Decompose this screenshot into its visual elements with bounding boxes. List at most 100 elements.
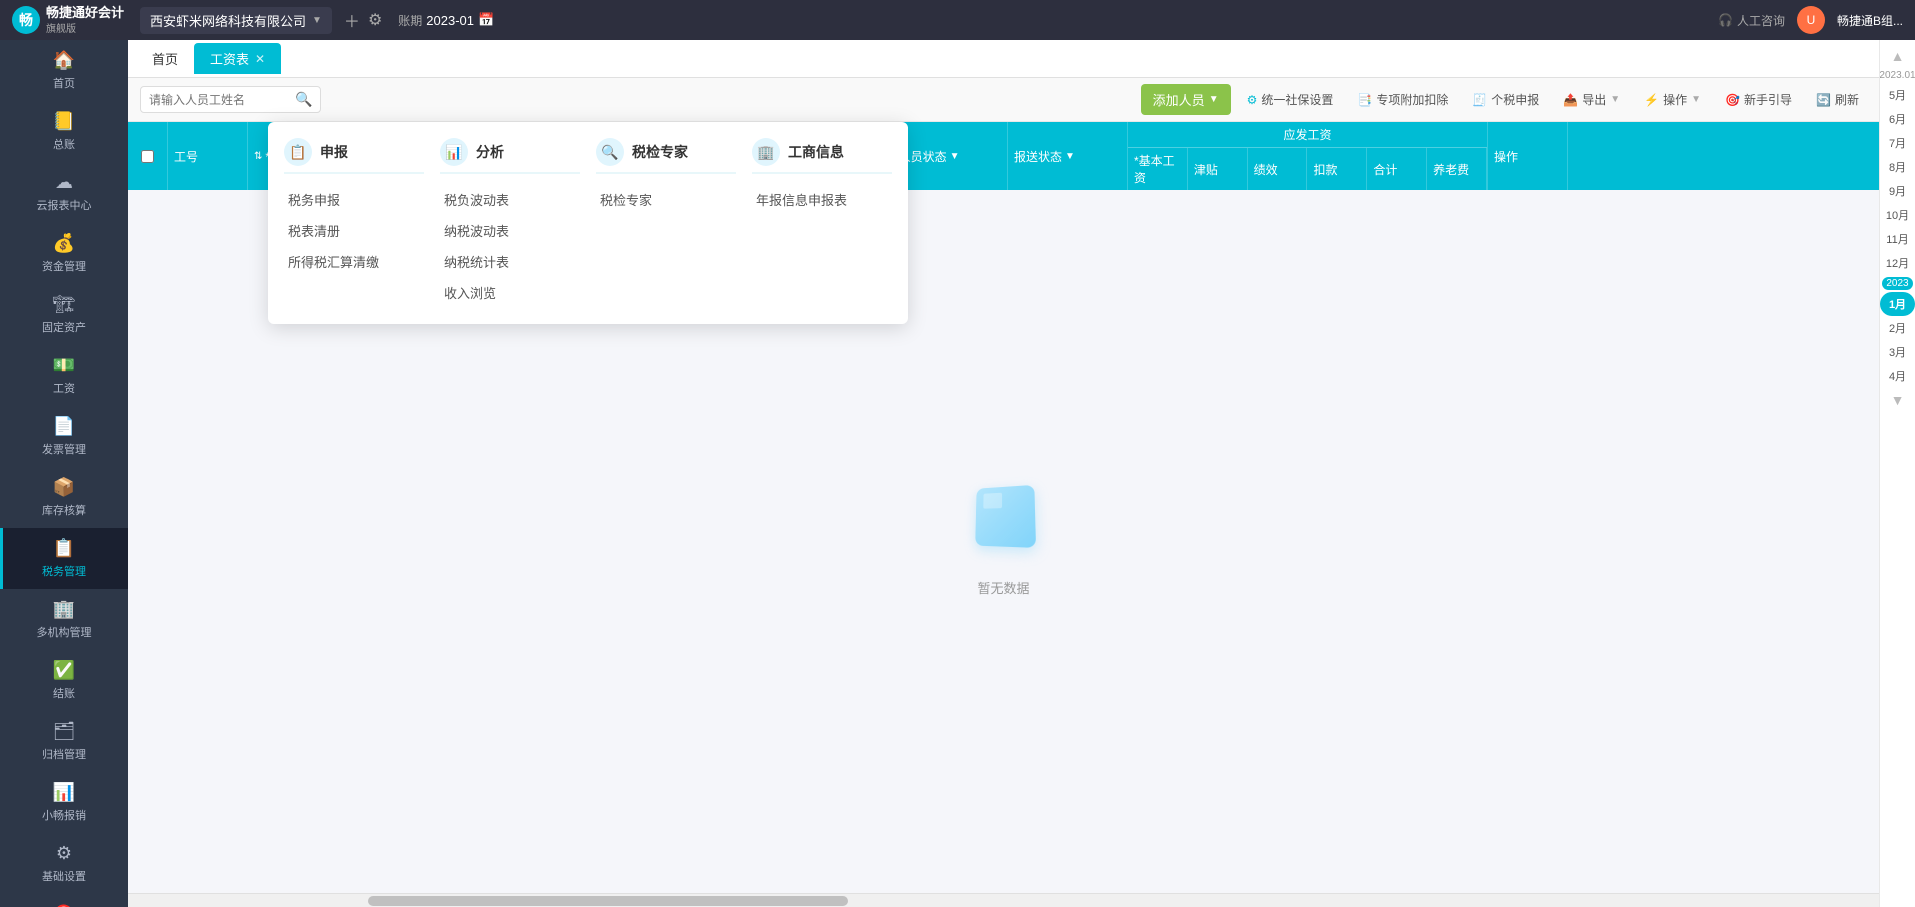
special-deduct-icon: 📑	[1357, 93, 1372, 107]
calendar-icon[interactable]: 📅	[478, 12, 494, 28]
rs-month-11[interactable]: 11月	[1880, 227, 1915, 251]
company-selector[interactable]: 西安虾米网络科技有限公司 ▼	[140, 7, 332, 34]
menu-item-tax-burden-fluctuation[interactable]: 税负波动表	[440, 184, 580, 215]
dropdown-col-declaration: 📋 申报 税务申报 税表清册 所得税汇算清缴	[284, 138, 424, 308]
sidebar-item-close[interactable]: ✅ 结账	[0, 650, 128, 711]
empty-text: 暂无数据	[977, 578, 1029, 597]
user-name[interactable]: 畅捷通B组...	[1837, 12, 1903, 29]
th-op: 操作	[1488, 122, 1568, 190]
export-button[interactable]: 📤 导出 ▼	[1555, 87, 1628, 112]
menu-item-income-browse[interactable]: 收入浏览	[440, 277, 580, 308]
home-icon: 🏠	[53, 50, 75, 71]
operate-button[interactable]: ⚡ 操作 ▼	[1636, 87, 1709, 112]
sidebar-label-ledger: 总账	[53, 136, 75, 152]
sidebar-item-ledger[interactable]: 📒 总账	[0, 101, 128, 162]
menu-item-tax-expert[interactable]: 税检专家	[596, 184, 736, 215]
sidebar-item-cloud-report[interactable]: ☁ 云报表中心	[0, 162, 128, 223]
tab-close-button[interactable]: ✕	[255, 52, 265, 66]
sidebar-item-guide[interactable]: 🎯 新手引导	[0, 894, 128, 907]
sidebar-item-invoice[interactable]: 📄 发票管理	[0, 406, 128, 467]
invoice-icon: 📄	[53, 416, 75, 437]
add-person-button[interactable]: 添加人员 ▼	[1141, 84, 1231, 115]
export-arrow-icon: ▼	[1610, 94, 1620, 105]
tab-home[interactable]: 首页	[136, 43, 194, 74]
settings-button[interactable]: ⚙	[368, 10, 382, 30]
rs-month-3[interactable]: 3月	[1880, 340, 1915, 364]
sidebar-item-salary[interactable]: 💵 工资	[0, 345, 128, 406]
sidebar: 🏠 首页 📒 总账 ☁ 云报表中心 💰 资金管理 🏗 固定资产 💵 工资 📄 发…	[0, 40, 128, 907]
right-month-sidebar: ▲ 2023.01 5月 6月 7月 8月 9月 10月 11月 12月 202…	[1879, 40, 1915, 907]
rs-month-9[interactable]: 9月	[1880, 179, 1915, 203]
menu-item-income-tax-settlement[interactable]: 所得税汇算清缴	[284, 246, 424, 277]
rs-month-1-active[interactable]: 1月	[1880, 292, 1915, 316]
rs-next-button[interactable]: ▼	[1887, 388, 1909, 412]
th-deduct: 扣款	[1307, 148, 1367, 190]
menu-item-tax-table-list[interactable]: 税表清册	[284, 215, 424, 246]
rs-month-8[interactable]: 8月	[1880, 155, 1915, 179]
sidebar-item-fund[interactable]: 💰 资金管理	[0, 223, 128, 284]
search-input[interactable]	[149, 93, 289, 107]
tab-salary-table[interactable]: 工资表 ✕	[194, 43, 281, 74]
filter-status-icon[interactable]: ▼	[950, 151, 960, 162]
app-title: 畅捷通好会计	[46, 5, 124, 21]
horizontal-scrollbar[interactable]	[128, 893, 1879, 907]
business-info-title: 工商信息	[788, 142, 844, 162]
sidebar-item-tax[interactable]: 📋 税务管理	[0, 528, 128, 589]
user-avatar: U	[1797, 6, 1825, 34]
scroll-thumb[interactable]	[368, 896, 848, 906]
multi-org-icon: 🏢	[53, 599, 75, 620]
business-info-icon: 🏢	[752, 138, 780, 166]
tab-salary-label: 工资表	[210, 49, 249, 68]
rs-month-2[interactable]: 2月	[1880, 316, 1915, 340]
export-label: 导出	[1582, 91, 1606, 108]
th-yingfa-cols: *基本工资 津贴 绩效 扣款 合计 养老费	[1128, 148, 1487, 190]
sidebar-item-settings[interactable]: ⚙ 基础设置	[0, 833, 128, 894]
rs-month-5[interactable]: 5月	[1880, 83, 1915, 107]
refresh-button[interactable]: 🔄 刷新	[1808, 87, 1867, 112]
ledger-icon: 📒	[53, 111, 75, 132]
menu-item-annual-report[interactable]: 年报信息申报表	[752, 184, 892, 215]
th-yingfa-group: 应发工资 *基本工资 津贴 绩效 扣款 合计 养老费	[1128, 122, 1488, 190]
sidebar-item-home[interactable]: 🏠 首页	[0, 40, 128, 101]
rs-month-12[interactable]: 12月	[1880, 251, 1915, 275]
rs-prev-button[interactable]: ▲	[1887, 44, 1909, 68]
select-all-checkbox[interactable]	[141, 150, 154, 163]
rs-month-4[interactable]: 4月	[1880, 364, 1915, 388]
analysis-title: 分析	[476, 142, 504, 162]
menu-item-tax-payment-fluctuation[interactable]: 纳税波动表	[440, 215, 580, 246]
rs-month-6[interactable]: 6月	[1880, 107, 1915, 131]
new-guide-button[interactable]: 🎯 新手引导	[1717, 87, 1800, 112]
empty-icon	[964, 486, 1044, 566]
sidebar-item-fixed-assets[interactable]: 🏗 固定资产	[0, 284, 128, 345]
rs-month-10[interactable]: 10月	[1880, 203, 1915, 227]
sidebar-item-multi-org[interactable]: 🏢 多机构管理	[0, 589, 128, 650]
operate-icon: ⚡	[1644, 93, 1659, 107]
th-allowance: 津贴	[1188, 148, 1248, 190]
headset-icon: 🎧	[1718, 13, 1733, 27]
app-logo: 畅	[12, 6, 40, 34]
sidebar-label-fixed-assets: 固定资产	[42, 319, 86, 335]
th-checkbox[interactable]	[128, 122, 168, 190]
support-button[interactable]: 🎧 人工咨询	[1718, 12, 1785, 29]
unified-social-button[interactable]: ⚙ 统一社保设置	[1239, 87, 1342, 112]
sidebar-label-fund: 资金管理	[42, 258, 86, 274]
app-subtitle: 旗舰版	[46, 20, 124, 35]
menu-item-tax-statistics[interactable]: 纳税统计表	[440, 246, 580, 277]
sidebar-item-inventory[interactable]: 📦 库存核算	[0, 467, 128, 528]
operate-label: 操作	[1663, 91, 1687, 108]
declaration-title: 申报	[320, 142, 348, 162]
filter-report-icon[interactable]: ▼	[1065, 151, 1075, 162]
sidebar-item-archive[interactable]: 🗂 归档管理	[0, 711, 128, 772]
sidebar-item-report[interactable]: 📊 小畅报销	[0, 772, 128, 833]
rs-month-7[interactable]: 7月	[1880, 131, 1915, 155]
rs-year-tag: 2023	[1882, 277, 1912, 290]
tax-expert-icon: 🔍	[596, 138, 624, 166]
menu-item-tax-declaration[interactable]: 税务申报	[284, 184, 424, 215]
personal-tax-button[interactable]: 🧾 个税申报	[1464, 87, 1547, 112]
special-deduct-button[interactable]: 📑 专项附加扣除	[1349, 87, 1456, 112]
search-wrap: 🔍	[140, 86, 321, 113]
unified-social-icon: ⚙	[1247, 93, 1258, 107]
add-person-label: 添加人员	[1153, 90, 1205, 109]
add-company-button[interactable]: ＋	[344, 8, 360, 32]
sidebar-label-multi-org: 多机构管理	[37, 624, 92, 640]
